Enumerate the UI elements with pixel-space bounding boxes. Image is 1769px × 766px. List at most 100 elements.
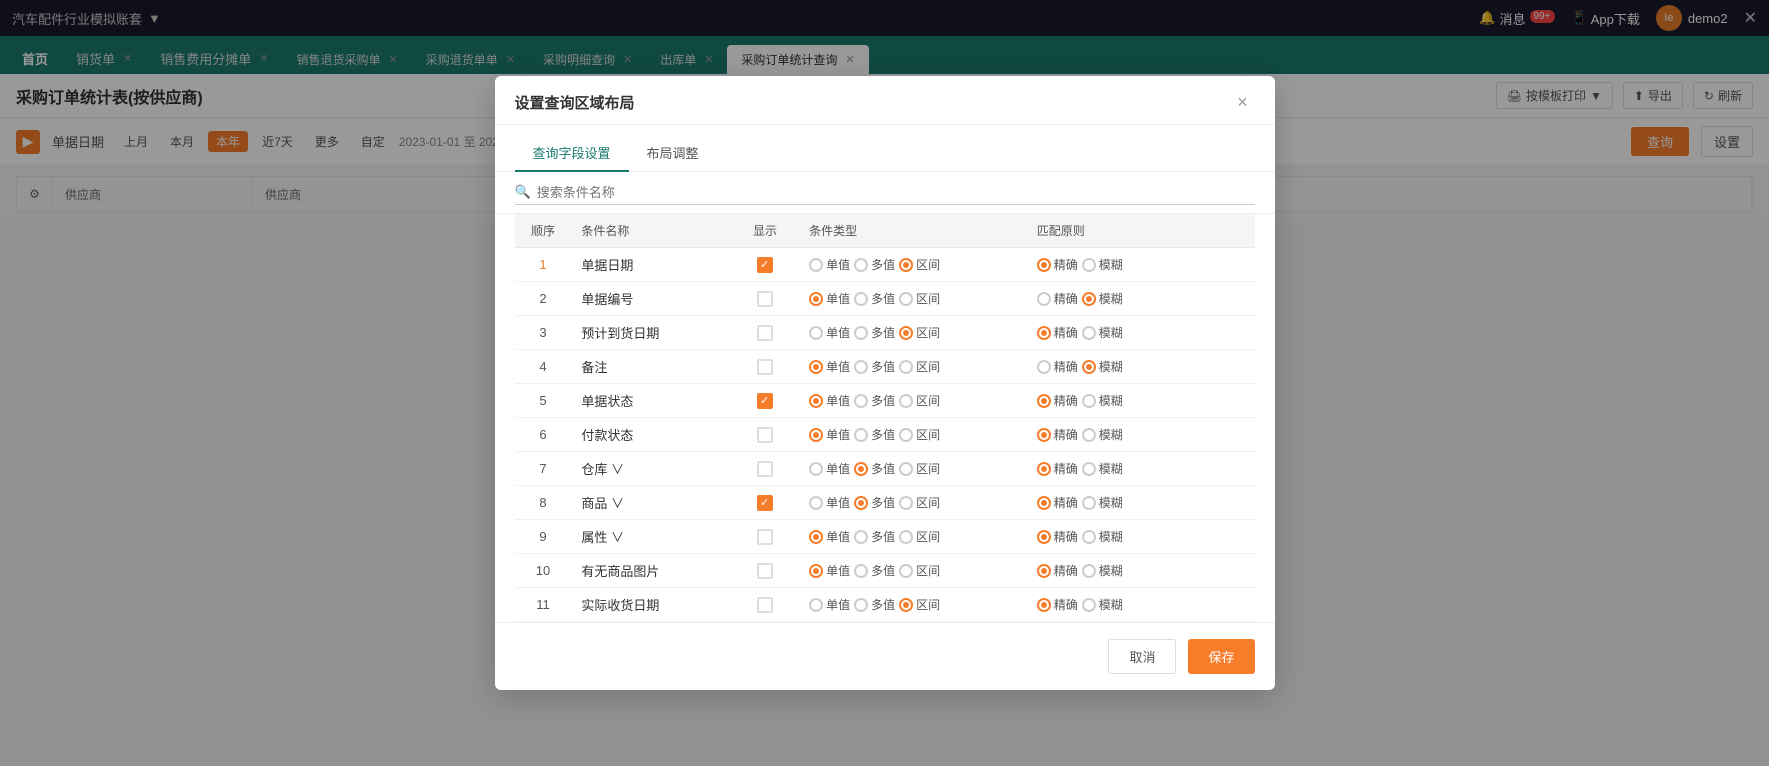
radio-circle[interactable] <box>854 326 868 340</box>
type-radio-单值[interactable]: 单值 <box>809 596 850 613</box>
type-radio-单值[interactable]: 单值 <box>809 290 850 307</box>
radio-circle[interactable] <box>1082 360 1096 374</box>
radio-circle[interactable] <box>809 428 823 442</box>
type-radio-多值[interactable]: 多值 <box>854 358 895 375</box>
radio-circle[interactable] <box>1037 326 1051 340</box>
radio-circle[interactable] <box>899 462 913 476</box>
type-radio-多值[interactable]: 多值 <box>854 290 895 307</box>
show-checkbox[interactable] <box>757 563 773 579</box>
modal-tab-field-settings[interactable]: 查询字段设置 <box>515 135 629 172</box>
type-radio-区间[interactable]: 区间 <box>899 256 940 273</box>
radio-circle[interactable] <box>809 258 823 272</box>
rule-radio-模糊[interactable]: 模糊 <box>1082 562 1123 579</box>
rule-radio-模糊[interactable]: 模糊 <box>1082 324 1123 341</box>
show-checkbox[interactable] <box>757 393 773 409</box>
rule-radio-精确[interactable]: 精确 <box>1037 426 1078 443</box>
show-checkbox[interactable] <box>757 427 773 443</box>
show-checkbox[interactable] <box>757 257 773 273</box>
radio-circle[interactable] <box>809 326 823 340</box>
radio-circle[interactable] <box>1037 394 1051 408</box>
radio-circle[interactable] <box>809 394 823 408</box>
radio-circle[interactable] <box>809 564 823 578</box>
radio-circle[interactable] <box>1037 462 1051 476</box>
type-radio-多值[interactable]: 多值 <box>854 596 895 613</box>
show-checkbox[interactable] <box>757 495 773 511</box>
radio-circle[interactable] <box>854 428 868 442</box>
radio-circle[interactable] <box>854 258 868 272</box>
show-checkbox[interactable] <box>757 529 773 545</box>
rule-radio-模糊[interactable]: 模糊 <box>1082 460 1123 477</box>
radio-circle[interactable] <box>1037 598 1051 612</box>
rule-radio-精确[interactable]: 精确 <box>1037 358 1078 375</box>
radio-circle[interactable] <box>854 598 868 612</box>
show-checkbox[interactable] <box>757 325 773 341</box>
radio-circle[interactable] <box>809 598 823 612</box>
type-radio-单值[interactable]: 单值 <box>809 562 850 579</box>
type-radio-多值[interactable]: 多值 <box>854 256 895 273</box>
radio-circle[interactable] <box>854 496 868 510</box>
modal-close-btn[interactable]: × <box>1231 90 1255 114</box>
type-radio-区间[interactable]: 区间 <box>899 392 940 409</box>
radio-circle[interactable] <box>899 292 913 306</box>
type-radio-区间[interactable]: 区间 <box>899 358 940 375</box>
type-radio-多值[interactable]: 多值 <box>854 426 895 443</box>
type-radio-区间[interactable]: 区间 <box>899 426 940 443</box>
type-radio-单值[interactable]: 单值 <box>809 460 850 477</box>
radio-circle[interactable] <box>1037 360 1051 374</box>
radio-circle[interactable] <box>1082 258 1096 272</box>
type-radio-区间[interactable]: 区间 <box>899 596 940 613</box>
rule-radio-模糊[interactable]: 模糊 <box>1082 256 1123 273</box>
radio-circle[interactable] <box>809 360 823 374</box>
type-radio-多值[interactable]: 多值 <box>854 494 895 511</box>
rule-radio-模糊[interactable]: 模糊 <box>1082 392 1123 409</box>
type-radio-多值[interactable]: 多值 <box>854 460 895 477</box>
radio-circle[interactable] <box>899 598 913 612</box>
radio-circle[interactable] <box>854 360 868 374</box>
type-radio-单值[interactable]: 单值 <box>809 358 850 375</box>
radio-circle[interactable] <box>899 360 913 374</box>
radio-circle[interactable] <box>854 292 868 306</box>
type-radio-单值[interactable]: 单值 <box>809 494 850 511</box>
rule-radio-精确[interactable]: 精确 <box>1037 494 1078 511</box>
radio-circle[interactable] <box>1037 564 1051 578</box>
rule-radio-精确[interactable]: 精确 <box>1037 324 1078 341</box>
cancel-btn[interactable]: 取消 <box>1108 639 1176 674</box>
type-radio-区间[interactable]: 区间 <box>899 290 940 307</box>
show-checkbox[interactable] <box>757 291 773 307</box>
rule-radio-模糊[interactable]: 模糊 <box>1082 358 1123 375</box>
show-checkbox[interactable] <box>757 461 773 477</box>
rule-radio-精确[interactable]: 精确 <box>1037 528 1078 545</box>
radio-circle[interactable] <box>809 462 823 476</box>
type-radio-单值[interactable]: 单值 <box>809 426 850 443</box>
type-radio-多值[interactable]: 多值 <box>854 324 895 341</box>
save-btn[interactable]: 保存 <box>1188 639 1254 674</box>
rule-radio-精确[interactable]: 精确 <box>1037 562 1078 579</box>
type-radio-多值[interactable]: 多值 <box>854 392 895 409</box>
type-radio-区间[interactable]: 区间 <box>899 562 940 579</box>
search-input[interactable] <box>537 185 1255 200</box>
rule-radio-模糊[interactable]: 模糊 <box>1082 596 1123 613</box>
radio-circle[interactable] <box>899 326 913 340</box>
radio-circle[interactable] <box>1082 428 1096 442</box>
radio-circle[interactable] <box>854 530 868 544</box>
type-radio-单值[interactable]: 单值 <box>809 392 850 409</box>
radio-circle[interactable] <box>899 496 913 510</box>
rule-radio-精确[interactable]: 精确 <box>1037 460 1078 477</box>
radio-circle[interactable] <box>1082 462 1096 476</box>
rule-radio-精确[interactable]: 精确 <box>1037 596 1078 613</box>
type-radio-单值[interactable]: 单值 <box>809 324 850 341</box>
radio-circle[interactable] <box>1082 326 1096 340</box>
radio-circle[interactable] <box>899 428 913 442</box>
type-radio-区间[interactable]: 区间 <box>899 528 940 545</box>
type-radio-多值[interactable]: 多值 <box>854 562 895 579</box>
radio-circle[interactable] <box>1082 394 1096 408</box>
type-radio-单值[interactable]: 单值 <box>809 528 850 545</box>
radio-circle[interactable] <box>1082 530 1096 544</box>
radio-circle[interactable] <box>1037 496 1051 510</box>
radio-circle[interactable] <box>899 564 913 578</box>
type-radio-单值[interactable]: 单值 <box>809 256 850 273</box>
show-checkbox[interactable] <box>757 597 773 613</box>
rule-radio-模糊[interactable]: 模糊 <box>1082 494 1123 511</box>
rule-radio-精确[interactable]: 精确 <box>1037 392 1078 409</box>
type-radio-区间[interactable]: 区间 <box>899 494 940 511</box>
